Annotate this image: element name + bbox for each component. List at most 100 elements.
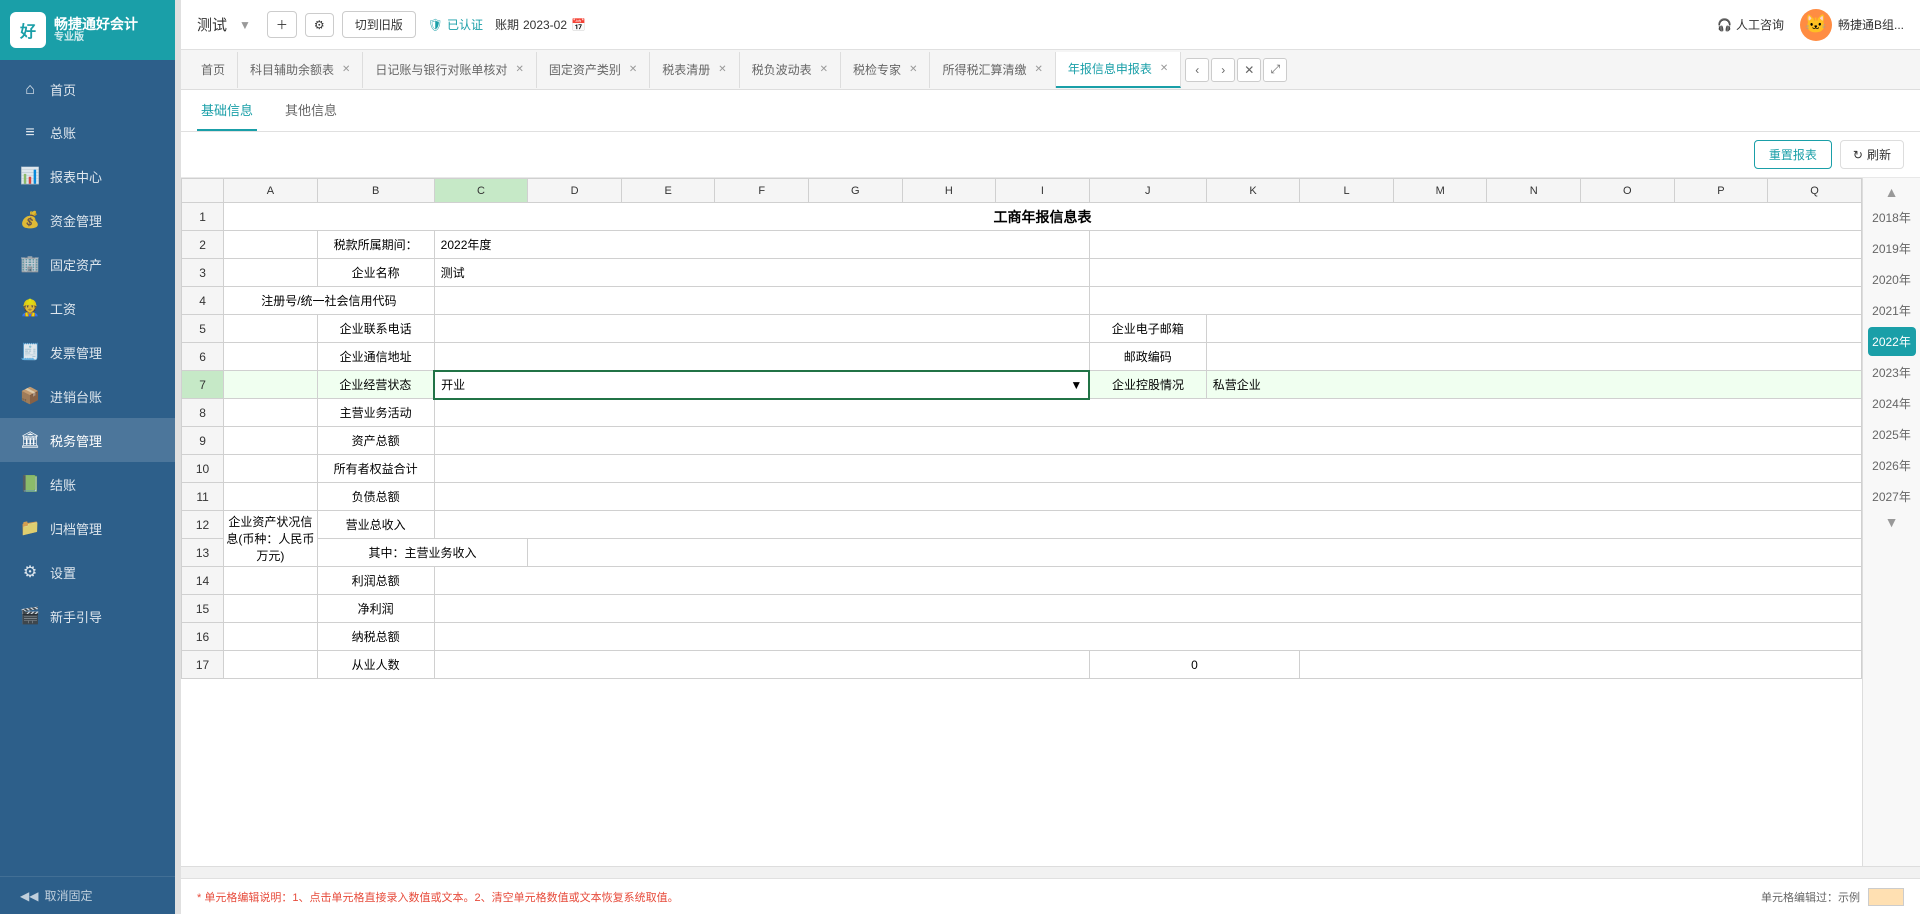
cell-7A[interactable] xyxy=(224,371,318,399)
user-info[interactable]: 🐱 畅捷通B组... xyxy=(1800,9,1904,41)
cell-14B[interactable]: 利润总额 xyxy=(317,567,434,595)
tab-subsidiary-balance[interactable]: 科目辅助余额表 ✕ xyxy=(238,52,363,88)
cell-4C[interactable] xyxy=(434,287,1089,315)
spreadsheet-container[interactable]: A B C D E F G H I J K L xyxy=(181,178,1862,866)
cell-2C[interactable]: 2022年度 xyxy=(434,231,1089,259)
col-header-D[interactable]: D xyxy=(528,179,622,203)
tab-prev-btn[interactable]: ‹ xyxy=(1185,58,1209,82)
col-header-C[interactable]: C xyxy=(434,179,528,203)
cell-6K[interactable] xyxy=(1206,343,1861,371)
col-header-Q[interactable]: Q xyxy=(1768,179,1862,203)
tab-close-btn[interactable]: ✕ xyxy=(342,64,350,75)
cell-13B[interactable]: 其中：主营业务收入 xyxy=(317,539,528,567)
cell-10C[interactable] xyxy=(434,455,1861,483)
cell-3C[interactable]: 测试 xyxy=(434,259,1089,287)
tab-close-btn[interactable]: ✕ xyxy=(820,64,828,75)
cell-5J[interactable]: 企业电子邮箱 xyxy=(1089,315,1206,343)
sidebar-item-home[interactable]: ⌂ 首页 xyxy=(0,68,175,111)
cell-2J[interactable] xyxy=(1089,231,1861,259)
cell-7C-dropdown[interactable]: 开业 ▼ xyxy=(434,371,1089,399)
switch-version-btn[interactable]: 切到旧版 xyxy=(342,11,416,38)
reset-report-btn[interactable]: 重置报表 xyxy=(1754,140,1832,169)
inner-tab-other[interactable]: 其他信息 xyxy=(281,90,341,131)
cell-11A[interactable] xyxy=(224,483,318,511)
year-scroll-up-btn[interactable]: ▲ xyxy=(1874,182,1910,202)
tab-annual-report[interactable]: 年报信息申报表 ✕ xyxy=(1056,52,1181,88)
cell-12A[interactable]: 企业资产状况信息(币种：人民币万元) xyxy=(224,511,318,567)
sidebar-item-report[interactable]: 📊 报表中心 xyxy=(0,154,175,198)
tab-expand-btn[interactable]: ⤢ xyxy=(1263,58,1287,82)
consult-btn[interactable]: 🎧 人工咨询 xyxy=(1717,16,1784,33)
cell-9C[interactable] xyxy=(434,427,1861,455)
col-header-N[interactable]: N xyxy=(1487,179,1581,203)
sidebar-item-salary[interactable]: 👷 工资 xyxy=(0,286,175,330)
col-header-B[interactable]: B xyxy=(317,179,434,203)
cell-17J[interactable]: 0 xyxy=(1089,651,1300,679)
year-item-2022[interactable]: 2022年 xyxy=(1868,327,1916,356)
sidebar-item-tax[interactable]: 🏛 税务管理 xyxy=(0,418,175,462)
cell-11C[interactable] xyxy=(434,483,1861,511)
col-header-I[interactable]: I xyxy=(996,179,1090,203)
col-header-L[interactable]: L xyxy=(1300,179,1394,203)
cell-16B[interactable]: 纳税总额 xyxy=(317,623,434,651)
add-tab-btn[interactable]: ＋ xyxy=(267,11,297,38)
col-header-A[interactable]: A xyxy=(224,179,318,203)
year-item-2021[interactable]: 2021年 xyxy=(1868,296,1916,325)
cell-14C[interactable] xyxy=(434,567,1861,595)
tab-bank-reconcile[interactable]: 日记账与银行对账单核对 ✕ xyxy=(363,52,536,88)
cell-2B[interactable]: 税款所属期间： xyxy=(317,231,434,259)
cell-4J[interactable] xyxy=(1089,287,1861,315)
col-header-H[interactable]: H xyxy=(902,179,996,203)
cell-9A[interactable] xyxy=(224,427,318,455)
tab-tax-list[interactable]: 税表清册 ✕ xyxy=(650,52,739,88)
sidebar-item-guide[interactable]: 🎬 新手引导 xyxy=(0,594,175,638)
tab-tax-fluctuation[interactable]: 税负波动表 ✕ xyxy=(740,52,841,88)
cell-16C[interactable] xyxy=(434,623,1861,651)
sidebar-collapse-btn[interactable]: ◀◀ 取消固定 xyxy=(0,876,175,914)
cell-4A[interactable]: 注册号/统一社会信用代码 xyxy=(224,287,435,315)
tab-close-all-btn[interactable]: ✕ xyxy=(1237,58,1261,82)
year-item-2024[interactable]: 2024年 xyxy=(1868,389,1916,418)
dropdown-arrow-icon[interactable]: ▼ xyxy=(1070,378,1082,392)
cell-16A[interactable] xyxy=(224,623,318,651)
col-header-P[interactable]: P xyxy=(1674,179,1768,203)
cell-17C[interactable] xyxy=(434,651,1089,679)
tab-tax-inspection[interactable]: 税检专家 ✕ xyxy=(841,52,930,88)
tab-next-btn[interactable]: › xyxy=(1211,58,1235,82)
cell-3J[interactable] xyxy=(1089,259,1861,287)
cell-11B[interactable]: 负债总额 xyxy=(317,483,434,511)
cell-12C[interactable] xyxy=(434,511,1861,539)
sidebar-item-invoice[interactable]: 🧾 发票管理 xyxy=(0,330,175,374)
sidebar-item-fund[interactable]: 💰 资金管理 xyxy=(0,198,175,242)
cell-6A[interactable] xyxy=(224,343,318,371)
cell-12B[interactable]: 营业总收入 xyxy=(317,511,434,539)
cell-15C[interactable] xyxy=(434,595,1861,623)
cell-15A[interactable] xyxy=(224,595,318,623)
cell-3B[interactable]: 企业名称 xyxy=(317,259,434,287)
cell-7K[interactable]: 私营企业 xyxy=(1206,371,1861,399)
cell-5C[interactable] xyxy=(434,315,1089,343)
inner-tab-basic[interactable]: 基础信息 xyxy=(197,90,257,131)
cell-6B[interactable]: 企业通信地址 xyxy=(317,343,434,371)
col-header-G[interactable]: G xyxy=(808,179,902,203)
cell-5A[interactable] xyxy=(224,315,318,343)
calendar-icon[interactable]: 📅 xyxy=(571,18,586,32)
tab-home[interactable]: 首页 xyxy=(189,52,238,88)
title-cell[interactable]: 工商年报信息表 xyxy=(224,203,1862,231)
cell-7J[interactable]: 企业控股情况 xyxy=(1089,371,1206,399)
tab-close-active-btn[interactable]: ✕ xyxy=(1160,63,1168,74)
sidebar-item-inventory[interactable]: 📦 进销台账 xyxy=(0,374,175,418)
sidebar-item-close[interactable]: 📗 结账 xyxy=(0,462,175,506)
year-scroll-down-btn[interactable]: ▼ xyxy=(1874,512,1910,532)
year-item-2025[interactable]: 2025年 xyxy=(1868,420,1916,449)
tab-close-btn[interactable]: ✕ xyxy=(1034,64,1042,75)
tab-close-btn[interactable]: ✕ xyxy=(515,64,523,75)
settings-btn[interactable]: ⚙ xyxy=(305,13,334,37)
tab-close-btn[interactable]: ✕ xyxy=(718,64,726,75)
cell-10A[interactable] xyxy=(224,455,318,483)
col-header-J[interactable]: J xyxy=(1089,179,1206,203)
cell-14A[interactable] xyxy=(224,567,318,595)
cell-2A[interactable] xyxy=(224,231,318,259)
cell-5K[interactable] xyxy=(1206,315,1861,343)
year-item-2019[interactable]: 2019年 xyxy=(1868,234,1916,263)
